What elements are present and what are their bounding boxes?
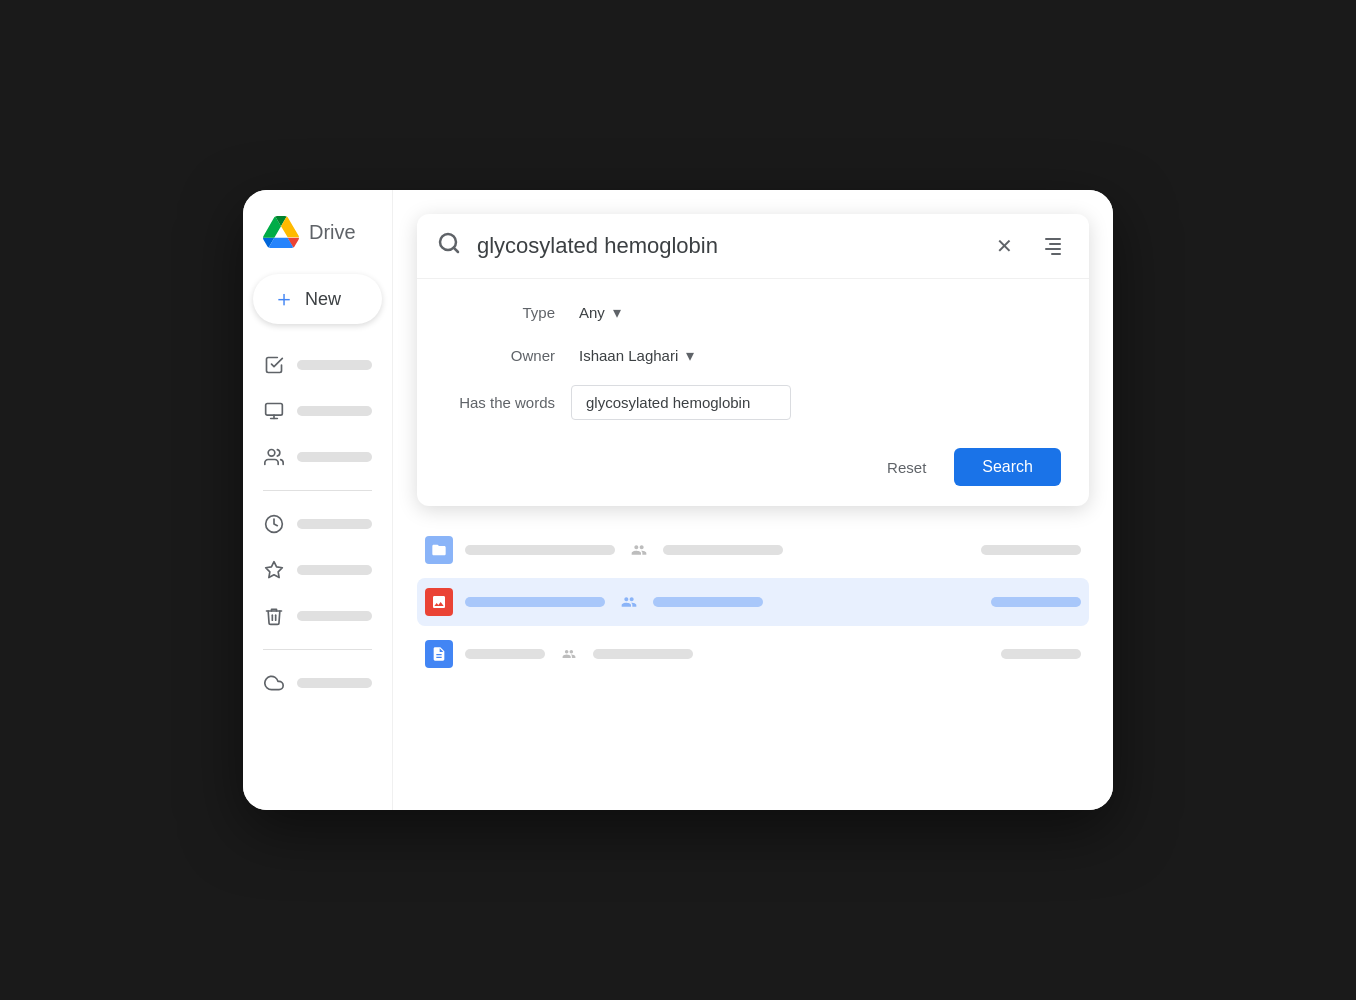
- new-button[interactable]: ＋ New: [253, 274, 382, 324]
- reset-button[interactable]: Reset: [871, 449, 942, 486]
- sidebar-item-my-drive[interactable]: [251, 344, 384, 386]
- nav-label-bar: [297, 565, 372, 575]
- nav-divider-2: [263, 649, 372, 650]
- search-button[interactable]: Search: [954, 448, 1061, 486]
- owner-select[interactable]: Ishaan Laghari ▾: [571, 342, 702, 369]
- sidebar-nav: [243, 344, 392, 704]
- chevron-down-icon: ▾: [613, 303, 621, 322]
- nav-label-bar: [297, 452, 372, 462]
- search-input[interactable]: [477, 233, 972, 259]
- nav-divider: [263, 490, 372, 491]
- sidebar-item-trash[interactable]: [251, 595, 384, 637]
- svg-point-3: [268, 450, 275, 457]
- owner-value: Ishaan Laghari: [579, 347, 678, 364]
- search-clear-button[interactable]: ✕: [988, 230, 1021, 262]
- new-button-label: New: [305, 289, 341, 310]
- search-filter-button[interactable]: [1037, 234, 1069, 259]
- owner-filter-row: Owner Ishaan Laghari ▾: [445, 342, 1061, 369]
- sidebar: Drive ＋ New: [243, 190, 393, 810]
- type-select[interactable]: Any ▾: [571, 299, 629, 326]
- file-date: [981, 545, 1081, 555]
- file-date: [1001, 649, 1081, 659]
- sidebar-item-storage[interactable]: [251, 662, 384, 704]
- app-window: Drive ＋ New: [243, 190, 1113, 810]
- nav-label-bar: [297, 519, 372, 529]
- shared-icon: [627, 542, 651, 558]
- type-label: Type: [445, 304, 555, 321]
- folder-icon: [425, 536, 453, 564]
- main-content: ✕ Type Any ▾: [393, 190, 1113, 810]
- nav-label-bar: [297, 406, 372, 416]
- shared-icon: [557, 647, 581, 661]
- sidebar-item-shared[interactable]: [251, 436, 384, 478]
- star-icon: [263, 559, 285, 581]
- trash-icon: [263, 605, 285, 627]
- svg-line-7: [454, 248, 458, 252]
- has-words-filter-row: Has the words: [445, 385, 1061, 420]
- file-list: [393, 526, 1113, 682]
- sidebar-item-computers[interactable]: [251, 390, 384, 432]
- file-name: [465, 649, 545, 659]
- search-bar: ✕: [417, 214, 1089, 279]
- monitor-icon: [263, 400, 285, 422]
- shared-with-me-icon: [263, 446, 285, 468]
- search-icon: [437, 231, 461, 261]
- sidebar-item-starred[interactable]: [251, 549, 384, 591]
- filter-actions: Reset Search: [417, 440, 1089, 506]
- file-name: [465, 597, 605, 607]
- search-panel: ✕ Type Any ▾: [417, 214, 1089, 506]
- table-row[interactable]: [417, 630, 1089, 678]
- table-row[interactable]: [417, 578, 1089, 626]
- doc-icon: [425, 640, 453, 668]
- logo-area: Drive: [243, 214, 392, 274]
- image-icon: [425, 588, 453, 616]
- drive-logo-icon: [263, 214, 299, 250]
- close-icon: ✕: [996, 235, 1013, 257]
- sidebar-item-recent[interactable]: [251, 503, 384, 545]
- check-square-icon: [263, 354, 285, 376]
- file-meta: [653, 597, 763, 607]
- file-meta: [593, 649, 693, 659]
- file-name: [465, 545, 615, 555]
- cloud-icon: [263, 672, 285, 694]
- chevron-down-icon-2: ▾: [686, 346, 694, 365]
- has-words-label: Has the words: [445, 394, 555, 411]
- type-value: Any: [579, 304, 605, 321]
- nav-label-bar: [297, 611, 372, 621]
- owner-label: Owner: [445, 347, 555, 364]
- advanced-filters: Type Any ▾ Owner Ishaan Laghari ▾: [417, 279, 1089, 440]
- app-name: Drive: [309, 221, 356, 244]
- svg-marker-5: [266, 562, 283, 578]
- file-meta: [663, 545, 783, 555]
- shared-icon: [617, 594, 641, 610]
- nav-label-bar: [297, 678, 372, 688]
- filter-lines-icon: [1045, 238, 1061, 255]
- type-filter-row: Type Any ▾: [445, 299, 1061, 326]
- plus-icon: ＋: [273, 288, 295, 310]
- svg-rect-0: [266, 404, 283, 416]
- nav-label-bar: [297, 360, 372, 370]
- clock-icon: [263, 513, 285, 535]
- table-row[interactable]: [417, 526, 1089, 574]
- file-date: [991, 597, 1081, 607]
- has-words-input[interactable]: [571, 385, 791, 420]
